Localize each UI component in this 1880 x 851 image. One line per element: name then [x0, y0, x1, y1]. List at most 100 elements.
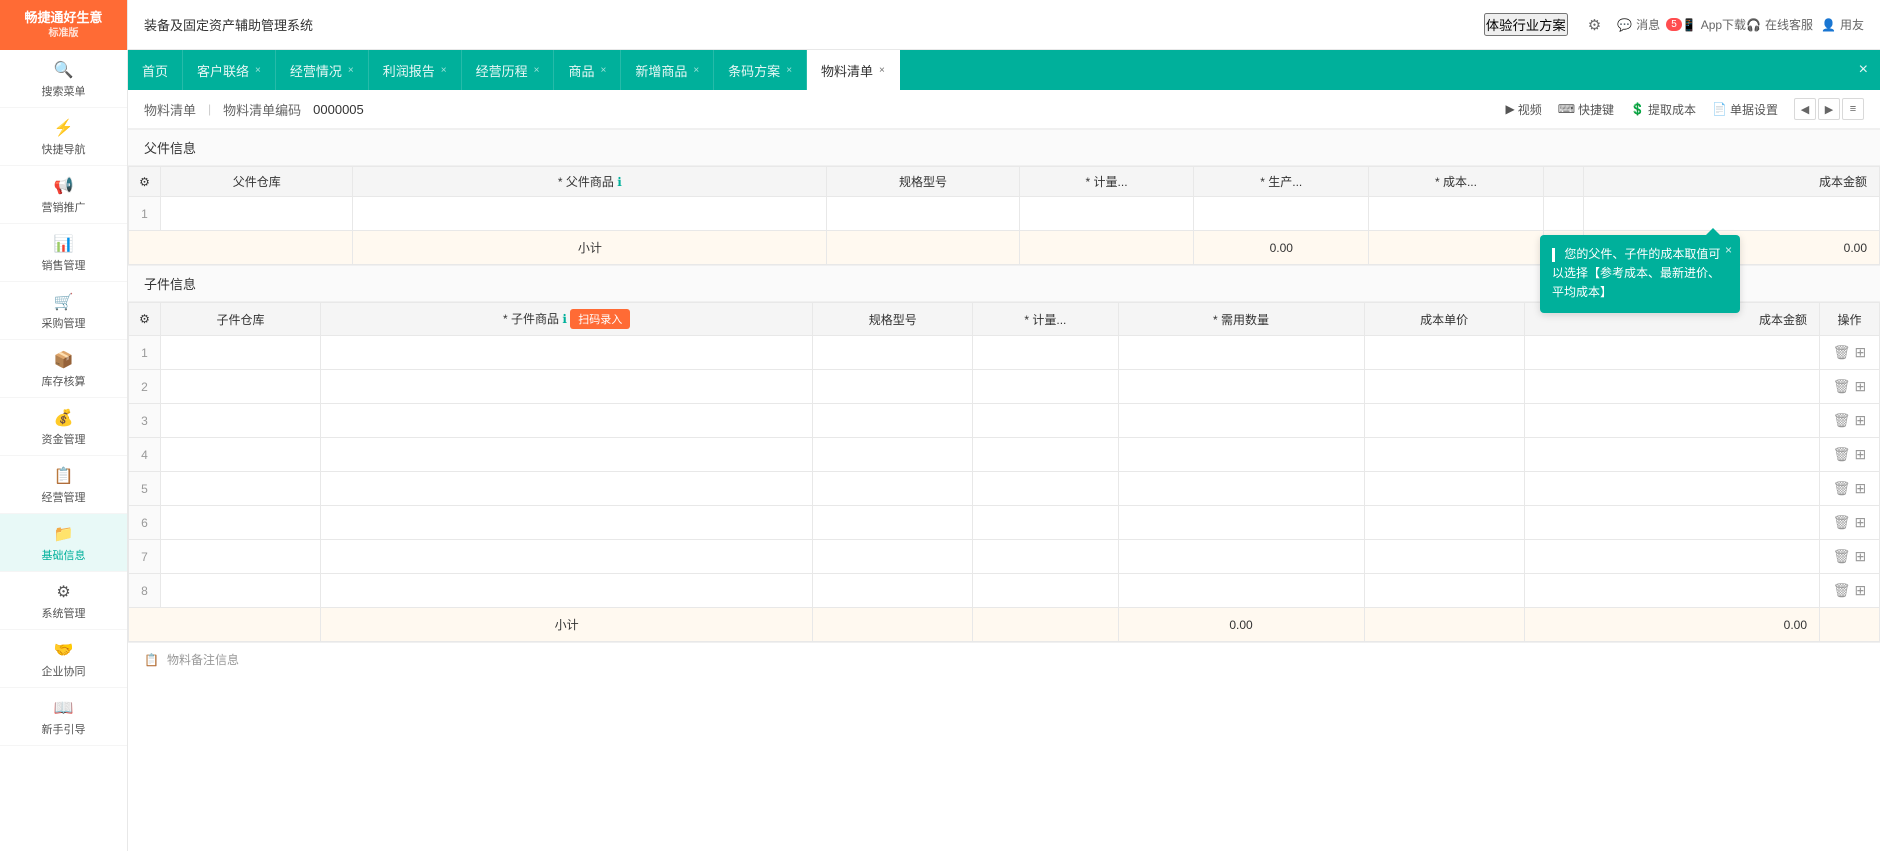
hotkey-button[interactable]: ⌨ 快捷键: [1558, 101, 1614, 118]
sidebar-item-basic[interactable]: 📁 基础信息: [0, 514, 127, 572]
child-amount-1[interactable]: [1524, 336, 1819, 370]
child-spec-2[interactable]: [813, 370, 973, 404]
copy-icon-6[interactable]: ⊞: [1855, 514, 1867, 531]
tab-home[interactable]: 首页: [128, 50, 183, 90]
delete-icon-2[interactable]: 🗑: [1833, 378, 1851, 395]
child-warehouse-3[interactable]: [161, 404, 321, 438]
tab-operations-close[interactable]: ×: [348, 65, 354, 76]
parent-col-gear[interactable]: ⚙: [129, 167, 161, 197]
child-goods-3[interactable]: [321, 404, 813, 438]
sidebar-item-finance[interactable]: 💰 资金管理: [0, 398, 127, 456]
parent-amount-1[interactable]: [1583, 197, 1879, 231]
parent-prod-1[interactable]: [1194, 197, 1369, 231]
child-spec-6[interactable]: [813, 506, 973, 540]
child-amount-8[interactable]: [1524, 574, 1819, 608]
child-warehouse-2[interactable]: [161, 370, 321, 404]
copy-icon-4[interactable]: ⊞: [1855, 446, 1867, 463]
view-video-button[interactable]: ▶ 视频: [1505, 101, 1541, 118]
child-amount-6[interactable]: [1524, 506, 1819, 540]
child-amount-7[interactable]: [1524, 540, 1819, 574]
breadcrumb-bom[interactable]: 物料清单: [144, 100, 196, 119]
child-spec-4[interactable]: [813, 438, 973, 472]
child-qty-1[interactable]: [1118, 336, 1364, 370]
child-price-7[interactable]: [1364, 540, 1524, 574]
child-goods-8[interactable]: [321, 574, 813, 608]
tab-profit-close[interactable]: ×: [441, 65, 447, 76]
child-price-5[interactable]: [1364, 472, 1524, 506]
sidebar-item-inventory[interactable]: 📦 库存核算: [0, 340, 127, 398]
child-qty-5[interactable]: [1118, 472, 1364, 506]
child-goods-4[interactable]: [321, 438, 813, 472]
message-button[interactable]: 💬 消息 5: [1617, 16, 1682, 33]
tab-bom-close[interactable]: ×: [879, 65, 885, 76]
child-col-gear[interactable]: ⚙: [129, 303, 161, 336]
sidebar-item-guide[interactable]: 📖 新手引导: [0, 688, 127, 746]
menu-arrow[interactable]: ≡: [1842, 98, 1864, 120]
child-unit-3[interactable]: [973, 404, 1118, 438]
delete-icon-7[interactable]: 🗑: [1833, 548, 1851, 565]
delete-icon-1[interactable]: 🗑: [1833, 344, 1851, 361]
copy-icon-1[interactable]: ⊞: [1855, 344, 1867, 361]
sidebar-item-operations[interactable]: 📋 经营管理: [0, 456, 127, 514]
copy-icon-2[interactable]: ⊞: [1855, 378, 1867, 395]
child-qty-4[interactable]: [1118, 438, 1364, 472]
sidebar-item-search[interactable]: 🔍 搜索菜单: [0, 50, 127, 108]
child-price-4[interactable]: [1364, 438, 1524, 472]
child-unit-2[interactable]: [973, 370, 1118, 404]
sidebar-item-marketing[interactable]: 📢 营销推广: [0, 166, 127, 224]
copy-icon-8[interactable]: ⊞: [1855, 582, 1867, 599]
scan-input-button[interactable]: 扫码录入: [570, 309, 630, 329]
tab-goods[interactable]: 商品 ×: [554, 50, 621, 90]
child-unit-7[interactable]: [973, 540, 1118, 574]
child-goods-2[interactable]: [321, 370, 813, 404]
settings-icon[interactable]: ⚙: [1588, 16, 1601, 34]
copy-icon-7[interactable]: ⊞: [1855, 548, 1867, 565]
child-amount-3[interactable]: [1524, 404, 1819, 438]
delete-icon-3[interactable]: 🗑: [1833, 412, 1851, 429]
tab-history[interactable]: 经营历程 ×: [462, 50, 555, 90]
parent-spec-1[interactable]: [827, 197, 1019, 231]
parent-warehouse-1[interactable]: [161, 197, 353, 231]
child-unit-1[interactable]: [973, 336, 1118, 370]
sidebar-item-collab[interactable]: 🤝 企业协同: [0, 630, 127, 688]
child-qty-8[interactable]: [1118, 574, 1364, 608]
child-goods-7[interactable]: [321, 540, 813, 574]
child-warehouse-6[interactable]: [161, 506, 321, 540]
child-spec-5[interactable]: [813, 472, 973, 506]
child-spec-8[interactable]: [813, 574, 973, 608]
sidebar-item-sales[interactable]: 📊 销售管理: [0, 224, 127, 282]
child-price-1[interactable]: [1364, 336, 1524, 370]
tab-profit[interactable]: 利润报告 ×: [369, 50, 462, 90]
tooltip-close[interactable]: ×: [1725, 241, 1732, 260]
tab-history-close[interactable]: ×: [534, 65, 540, 76]
child-amount-5[interactable]: [1524, 472, 1819, 506]
child-price-3[interactable]: [1364, 404, 1524, 438]
copy-icon-5[interactable]: ⊞: [1855, 480, 1867, 497]
tab-barcode[interactable]: 条码方案 ×: [714, 50, 807, 90]
child-amount-2[interactable]: [1524, 370, 1819, 404]
child-goods-6[interactable]: [321, 506, 813, 540]
child-unit-5[interactable]: [973, 472, 1118, 506]
child-price-8[interactable]: [1364, 574, 1524, 608]
trial-button[interactable]: 体验行业方案: [1484, 13, 1568, 36]
child-warehouse-4[interactable]: [161, 438, 321, 472]
delete-icon-4[interactable]: 🗑: [1833, 446, 1851, 463]
single-settings-button[interactable]: 📄 单据设置: [1712, 101, 1778, 118]
child-warehouse-7[interactable]: [161, 540, 321, 574]
online-service-button[interactable]: 🎧 在线客服: [1746, 16, 1813, 33]
child-unit-8[interactable]: [973, 574, 1118, 608]
child-warehouse-5[interactable]: [161, 472, 321, 506]
child-qty-6[interactable]: [1118, 506, 1364, 540]
sidebar-item-system[interactable]: ⚙ 系统管理: [0, 572, 127, 630]
parent-unit-1[interactable]: [1019, 197, 1194, 231]
tab-customer[interactable]: 客户联络 ×: [183, 50, 276, 90]
next-arrow[interactable]: ▶: [1818, 98, 1840, 120]
delete-icon-5[interactable]: 🗑: [1833, 480, 1851, 497]
child-unit-4[interactable]: [973, 438, 1118, 472]
child-price-6[interactable]: [1364, 506, 1524, 540]
copy-icon-3[interactable]: ⊞: [1855, 412, 1867, 429]
tab-operations[interactable]: 经营情况 ×: [276, 50, 369, 90]
tab-customer-close[interactable]: ×: [255, 65, 261, 76]
tab-barcode-close[interactable]: ×: [786, 65, 792, 76]
tab-new-goods[interactable]: 新增商品 ×: [621, 50, 714, 90]
